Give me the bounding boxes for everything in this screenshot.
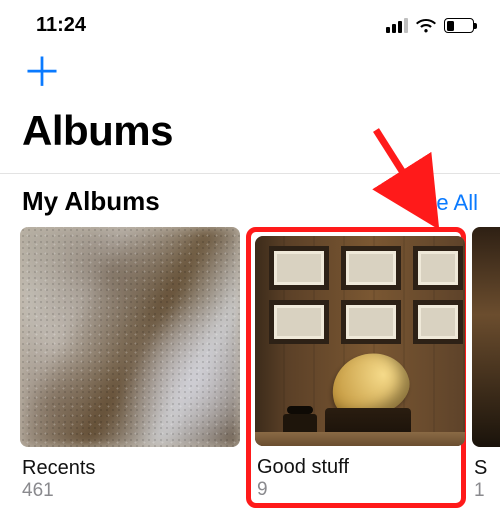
album-card-partial[interactable]: S 1 — [472, 227, 500, 508]
album-thumbnail[interactable] — [255, 236, 465, 446]
album-count: 1 — [474, 480, 500, 502]
album-count: 9 — [257, 479, 455, 501]
album-name: Good stuff — [257, 456, 455, 479]
page-title: Albums — [0, 99, 500, 173]
divider — [0, 173, 500, 174]
add-button[interactable]: ＋ — [22, 51, 62, 95]
status-time: 11:24 — [36, 14, 86, 37]
album-name: S — [474, 457, 500, 480]
album-count: 461 — [22, 480, 238, 502]
album-card-good-stuff[interactable]: Good stuff 9 — [246, 227, 466, 508]
see-all-link[interactable]: See All — [410, 190, 479, 216]
album-card-recents[interactable]: Recents 461 — [20, 227, 240, 508]
album-thumbnail[interactable] — [472, 227, 500, 447]
status-bar: 11:24 — [0, 0, 500, 43]
album-row[interactable]: Recents 461 Good stuff 9 S 1 — [0, 227, 500, 508]
album-name: Recents — [22, 457, 238, 480]
status-right — [386, 18, 474, 34]
wifi-icon — [415, 18, 437, 34]
section-title: My Albums — [22, 186, 160, 217]
battery-icon — [444, 18, 474, 33]
cellular-signal-icon — [386, 18, 408, 33]
album-thumbnail[interactable] — [20, 227, 240, 447]
section-header: My Albums See All — [0, 186, 500, 227]
